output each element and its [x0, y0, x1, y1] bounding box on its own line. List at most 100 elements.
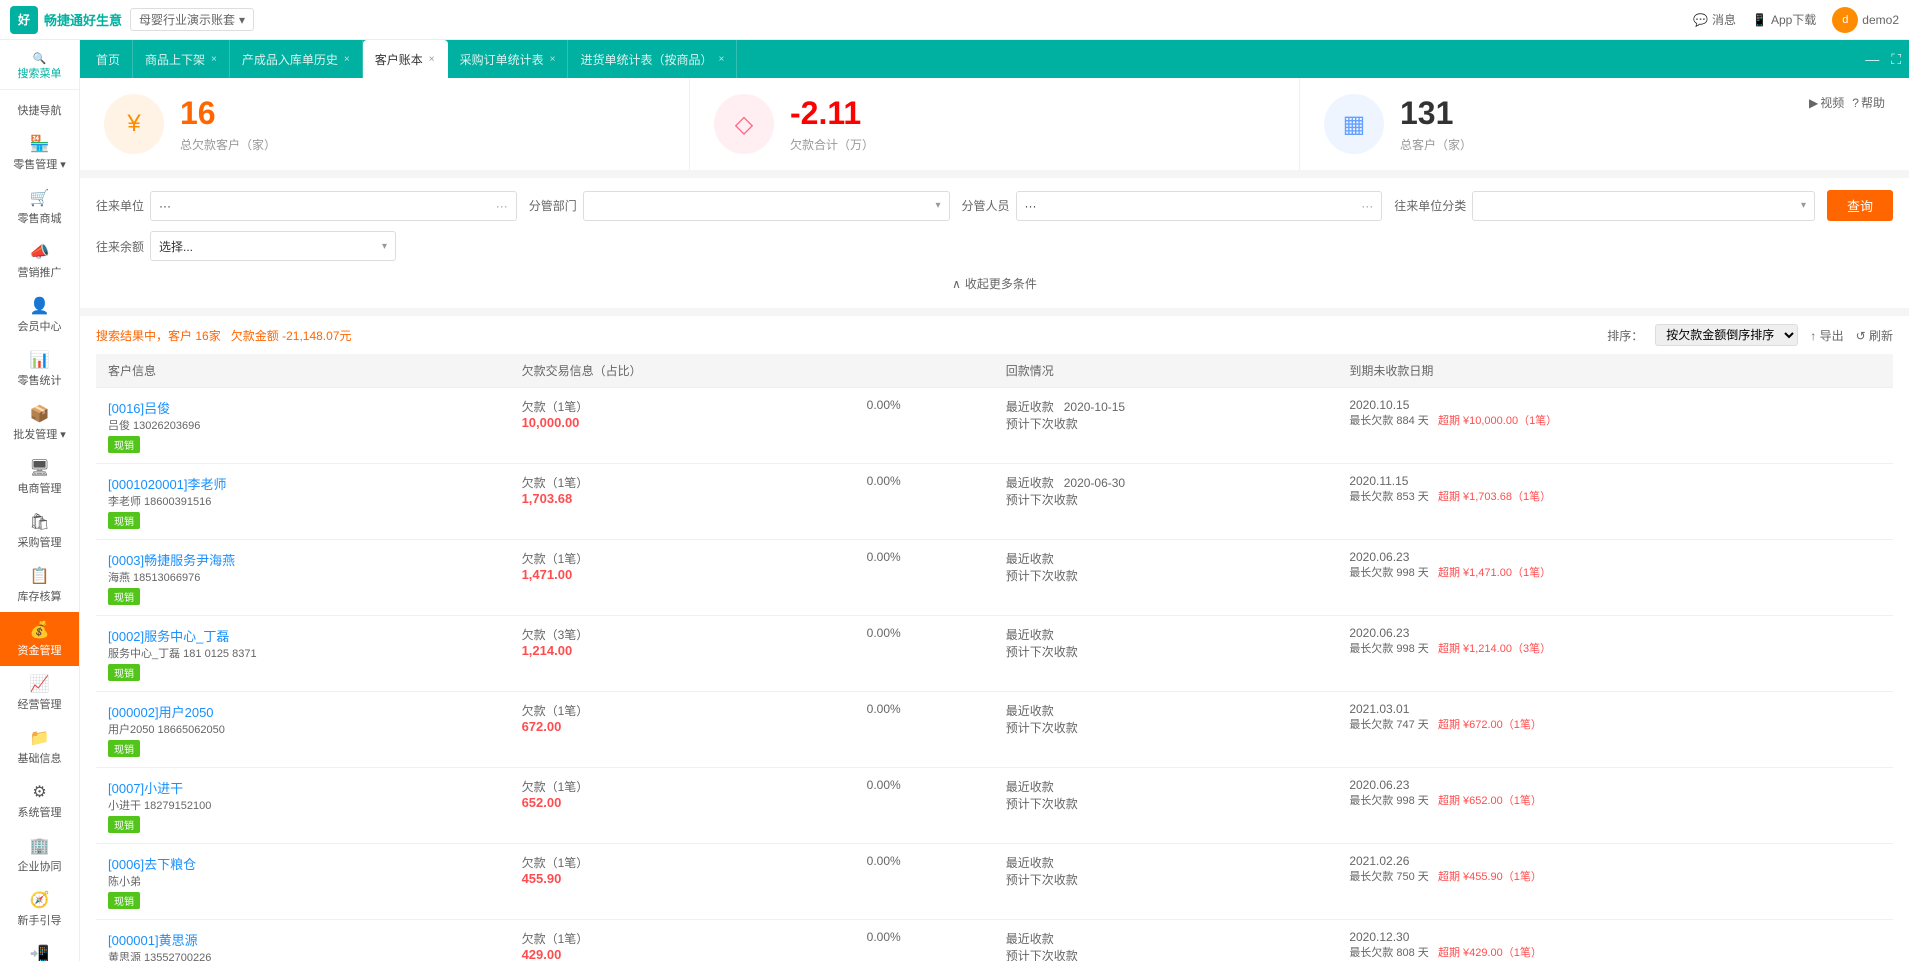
customer-name-link[interactable]: [000001]黄思源 [108, 930, 498, 949]
sidebar-item-guide-label: 新手引导 [18, 915, 62, 927]
overdue-link[interactable]: 超期 ¥429.00（1笔） [1438, 947, 1542, 959]
export-button[interactable]: ↑ 导出 [1810, 327, 1843, 344]
purchase-icon: 🛍 [4, 512, 75, 532]
collect-info-cell: 最近收款 预计下次收款 [994, 540, 1338, 616]
tab-maximize-button[interactable]: ⛶ [1887, 49, 1905, 70]
top-bar-left: 好 畅捷通好生意 母婴行业演示账套 ▾ [10, 6, 1693, 34]
message-button[interactable]: 💬 消息 [1693, 11, 1736, 28]
tab-import-stats[interactable]: 进货单统计表（按商品） × [568, 40, 737, 78]
tab-home[interactable]: 首页 [84, 40, 133, 78]
stat-info-3: 131 总客户（家） [1400, 95, 1793, 153]
debt-amount[interactable]: 429.00 [522, 947, 843, 961]
member-icon: 👤 [4, 296, 75, 316]
debt-ratio: 0.00% [867, 398, 982, 412]
debt-amount[interactable]: 1,471.00 [522, 567, 843, 582]
sidebar-item-retail-stats[interactable]: 📊 零售统计 [0, 342, 79, 396]
collect-next: 预计下次收款 [1006, 795, 1326, 812]
sidebar-item-batch-mgmt[interactable]: 📦 批发管理 ▾ [0, 396, 79, 450]
overdue-link[interactable]: 超期 ¥455.90（1笔） [1438, 871, 1542, 883]
sidebar-item-operations[interactable]: 📈 经营管理 [0, 666, 79, 720]
overdue-days: 最长欠款 808 天 超期 ¥429.00（1笔） [1349, 944, 1881, 960]
refresh-button[interactable]: ↺ 刷新 [1856, 327, 1893, 344]
top-bar-right: 💬 消息 📱 App下载 d demo2 [1693, 7, 1899, 33]
customer-name-link[interactable]: [0007]小进干 [108, 778, 498, 797]
sidebar-item-member[interactable]: 👤 会员中心 [0, 288, 79, 342]
collect-info-cell: 最近收款 2020-10-15 预计下次收款 [994, 388, 1338, 464]
filter-unit-class-select[interactable]: ▾ [1472, 191, 1815, 221]
app-download-button[interactable]: 📱 App下载 [1752, 11, 1816, 28]
table-header-row: 客户信息 欠款交易信息（占比） 回款情况 到期未收款日期 [96, 354, 1893, 388]
tab-product-shelf[interactable]: 商品上下架 × [133, 40, 230, 78]
tab-purchase-stats[interactable]: 采购订单统计表 × [448, 40, 569, 78]
query-button[interactable]: 查询 [1827, 190, 1893, 221]
results-actions: 排序： 按欠款金额倒序排序 ↑ 导出 ↺ 刷新 [1607, 324, 1893, 346]
collect-info-cell: 最近收款 预计下次收款 [994, 616, 1338, 692]
filter-dept-arrow-icon: ▾ [935, 200, 940, 211]
sidebar-item-ecommerce[interactable]: 🖥 电商管理 [0, 450, 79, 504]
tab-customer-account[interactable]: 客户账本 × [363, 40, 448, 78]
sidebar-item-guide[interactable]: 🧭 新手引导 [0, 882, 79, 936]
filter-balance-select[interactable]: 选择... ▾ [150, 231, 396, 261]
sidebar-item-finance[interactable]: 💰 资金管理 [0, 612, 79, 666]
tab-production-history-close[interactable]: × [344, 54, 350, 65]
customer-name-link[interactable]: [0006]去下粮仓 [108, 854, 498, 873]
tab-product-shelf-close[interactable]: × [211, 54, 217, 65]
sidebar-item-enterprise[interactable]: 🏢 企业协同 [0, 828, 79, 882]
tab-minimize-button[interactable]: — [1861, 49, 1883, 69]
sidebar-item-app-center[interactable]: 📲 应用中心 [0, 936, 79, 961]
customer-name-link[interactable]: [000002]用户2050 [108, 702, 498, 721]
debt-ratio-cell: 0.00% [855, 388, 994, 464]
filter-row-1: 往来单位 ··· 分管部门 ▾ [96, 190, 1893, 221]
overdue-link[interactable]: 超期 ¥1,471.00（1笔） [1438, 567, 1551, 579]
tab-production-history[interactable]: 产成品入库单历史 × [230, 40, 363, 78]
collect-label: 最近收款 2020-06-30 [1006, 474, 1326, 491]
sidebar-item-retail-mgmt[interactable]: 🏪 零售管理 ▾ [0, 126, 79, 180]
sidebar-item-system[interactable]: ⚙ 系统管理 [0, 774, 79, 828]
tab-import-stats-close[interactable]: × [718, 54, 724, 65]
sidebar-item-basic-info[interactable]: 📁 基础信息 [0, 720, 79, 774]
customer-name-link[interactable]: [0003]畅捷服务尹海燕 [108, 550, 498, 569]
sidebar-item-retail-mall[interactable]: 🛒 零售商城 [0, 180, 79, 234]
tab-product-shelf-label: 商品上下架 [145, 51, 205, 68]
collect-next: 预计下次收款 [1006, 567, 1326, 584]
overdue-link[interactable]: 超期 ¥1,703.68（1笔） [1438, 491, 1551, 503]
org-selector[interactable]: 母婴行业演示账套 ▾ [130, 8, 254, 31]
debt-amount[interactable]: 672.00 [522, 719, 843, 734]
help-button[interactable]: ? 帮助 [1852, 94, 1885, 111]
overdue-link[interactable]: 超期 ¥1,214.00（3笔） [1438, 643, 1551, 655]
message-label: 消息 [1712, 11, 1736, 28]
sidebar-search[interactable]: 🔍 搜索菜单 [0, 48, 79, 90]
filter-unit-class-arrow-icon: ▾ [1801, 200, 1806, 211]
customer-name-link[interactable]: [0002]服务中心_丁磊 [108, 626, 498, 645]
tab-production-history-label: 产成品入库单历史 [242, 51, 338, 68]
sidebar-item-batch-mgmt-label: 批发管理 ▾ [13, 429, 66, 441]
debt-amount[interactable]: 652.00 [522, 795, 843, 810]
content-area: 首页 商品上下架 × 产成品入库单历史 × 客户账本 × 采购订单统计表 × [80, 40, 1909, 961]
filter-dept-select[interactable]: ▾ [583, 191, 950, 221]
collapse-icon: ∧ [952, 277, 961, 291]
system-icon: ⚙ [4, 782, 75, 802]
filter-person-input[interactable]: ··· [1016, 191, 1383, 221]
customer-name-link[interactable]: [0001020001]李老师 [108, 474, 498, 493]
sidebar-item-marketing[interactable]: 📣 营销推广 [0, 234, 79, 288]
overdue-link[interactable]: 超期 ¥672.00（1笔） [1438, 719, 1542, 731]
overdue-link[interactable]: 超期 ¥652.00（1笔） [1438, 795, 1542, 807]
table-row: [0001020001]李老师 李老师 18600391516 现销 欠款（1笔… [96, 464, 1893, 540]
customer-name-link[interactable]: [0016]吕俊 [108, 398, 498, 417]
sidebar-item-inventory[interactable]: 📋 库存核算 [0, 558, 79, 612]
debt-amount[interactable]: 10,000.00 [522, 415, 843, 430]
sidebar-item-purchase[interactable]: 🛍 采购管理 [0, 504, 79, 558]
video-button[interactable]: ▶ 视频 [1809, 94, 1844, 111]
debt-ratio-cell: 0.00% [855, 616, 994, 692]
tab-purchase-stats-close[interactable]: × [550, 54, 556, 65]
overdue-link[interactable]: 超期 ¥10,000.00（1笔） [1438, 415, 1557, 427]
debt-amount[interactable]: 1,703.68 [522, 491, 843, 506]
user-avatar-area[interactable]: d demo2 [1832, 7, 1899, 33]
sort-select[interactable]: 按欠款金额倒序排序 [1655, 324, 1798, 346]
stat-icon-1: ¥ [104, 94, 164, 154]
collapse-button[interactable]: ∧ 收起更多条件 [96, 271, 1893, 296]
filter-source-unit-input[interactable]: ··· [150, 191, 517, 221]
debt-amount[interactable]: 455.90 [522, 871, 843, 886]
debt-amount[interactable]: 1,214.00 [522, 643, 843, 658]
tab-customer-account-close[interactable]: × [429, 54, 435, 65]
